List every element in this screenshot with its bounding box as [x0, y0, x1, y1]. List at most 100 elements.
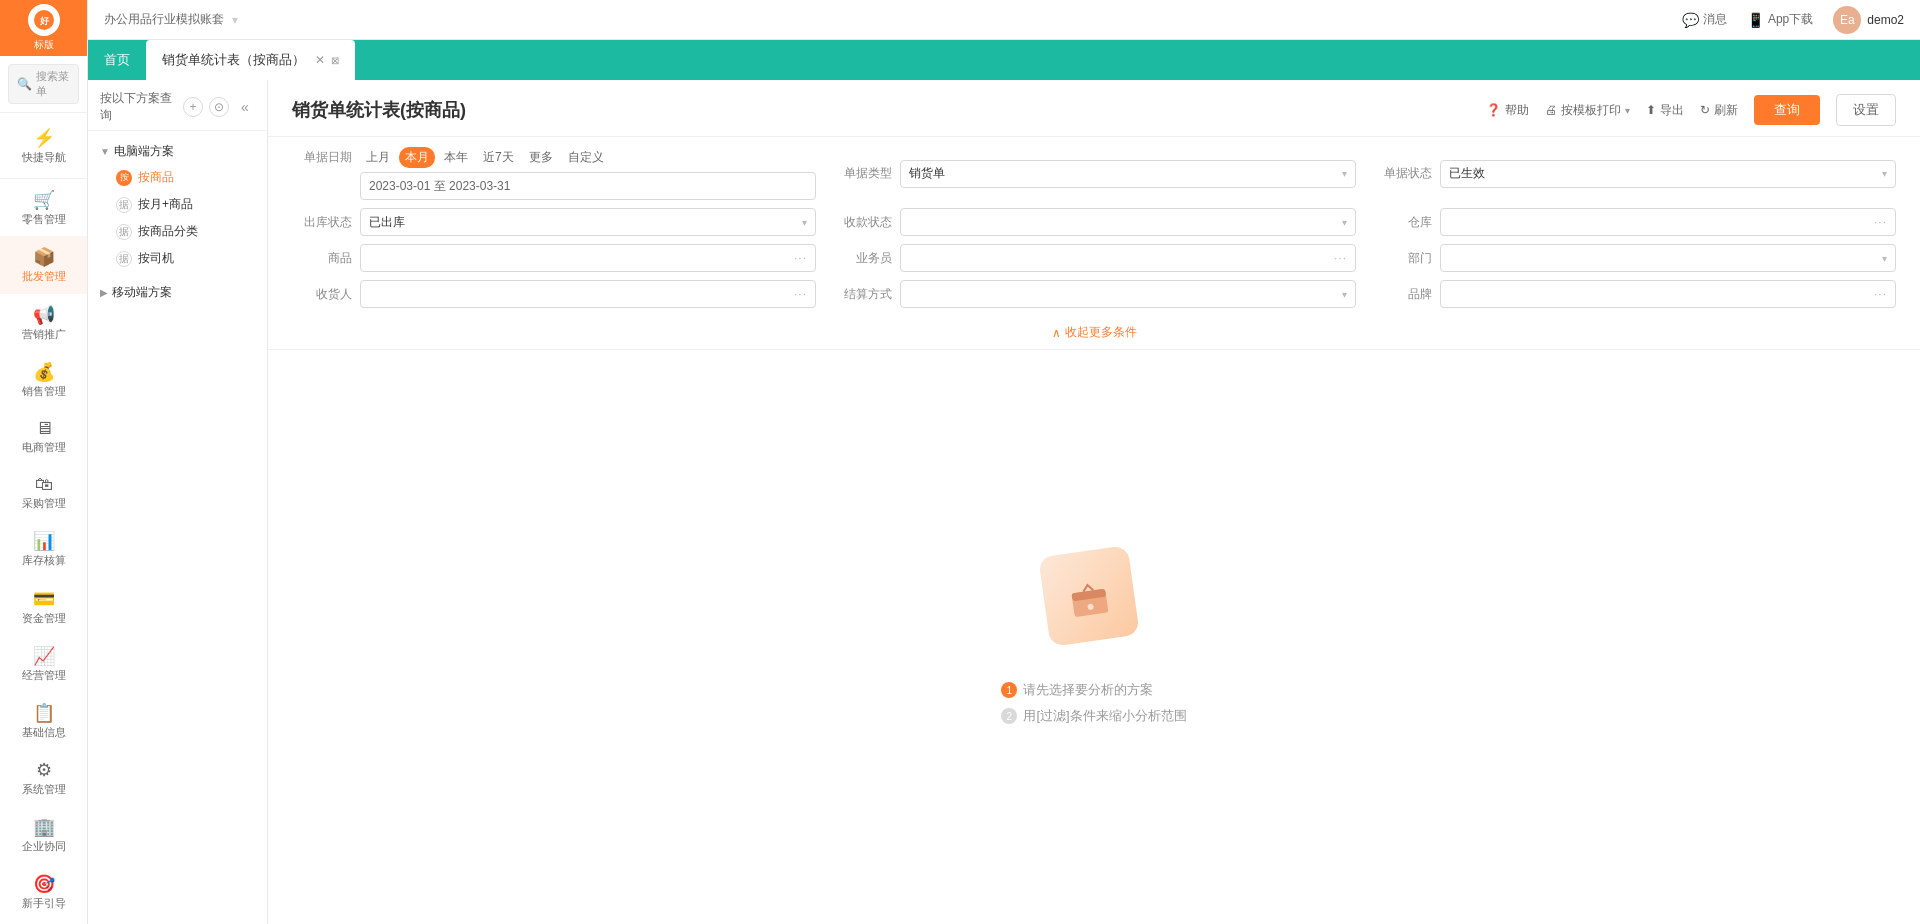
- settings-button[interactable]: 设置: [1836, 94, 1896, 126]
- sidebar-item-wholesale[interactable]: 📦 批发管理: [0, 236, 87, 293]
- sidebar-item-system[interactable]: ⚙ 系统管理: [0, 749, 87, 806]
- newbie-label: 新手引导: [22, 897, 66, 910]
- tab-close-icon[interactable]: ✕: [315, 53, 325, 67]
- goods-label: 商品: [292, 250, 352, 267]
- scheme-item-by-month-product[interactable]: 据 按月+商品: [88, 191, 267, 218]
- empty-icon: [1034, 541, 1154, 661]
- search-placeholder: 搜索菜单: [36, 69, 70, 99]
- date-this-month[interactable]: 本月: [399, 147, 435, 168]
- user-profile[interactable]: Ea demo2: [1833, 6, 1904, 34]
- warehouse-input[interactable]: ···: [1440, 208, 1896, 236]
- retail-label: 零售管理: [22, 213, 66, 226]
- doc-type-dropdown-icon: ▾: [1342, 168, 1347, 179]
- tab-sales-stats[interactable]: 销货单统计表（按商品） ✕ ⊠: [146, 40, 355, 80]
- ecommerce-icon: 🖥: [35, 418, 53, 439]
- add-scheme-button[interactable]: +: [183, 97, 203, 117]
- pc-group-name: 电脑端方案: [114, 143, 174, 160]
- refresh-action[interactable]: ↻ 刷新: [1700, 102, 1738, 119]
- message-action[interactable]: 💬 消息: [1682, 11, 1727, 28]
- doc-type-cell: 单据类型 销货单 ▾: [824, 147, 1364, 200]
- salesperson-cell: 业务员 ···: [824, 244, 1364, 272]
- svg-text:好: 好: [38, 16, 49, 26]
- tab-pin-icon[interactable]: ⊠: [331, 55, 339, 66]
- filter-row-1: 单据日期 上月 本月 本年 近7天 更多 自定义: [268, 137, 1920, 200]
- tab-home[interactable]: 首页: [88, 40, 146, 80]
- doc-status-input[interactable]: 已生效 ▾: [1440, 160, 1896, 188]
- sidebar-item-apps[interactable]: 🔲 应用中心: [0, 921, 87, 924]
- sidebar-item-retail[interactable]: 🛒 零售管理: [0, 179, 87, 236]
- top-header: 办公用品行业模拟账套 ▾ 💬 消息 📱 App下载 Ea demo2: [88, 0, 1920, 40]
- query-button[interactable]: 查询: [1754, 95, 1820, 125]
- breadcrumb-arrow: ▾: [232, 13, 238, 27]
- sidebar-item-marketing[interactable]: 📢 营销推广: [0, 294, 87, 351]
- main-area: 办公用品行业模拟账套 ▾ 💬 消息 📱 App下载 Ea demo2 首页: [88, 0, 1920, 924]
- finance-label: 资金管理: [22, 612, 66, 625]
- department-label: 部门: [1372, 250, 1432, 267]
- operation-label: 经营管理: [22, 669, 66, 682]
- department-cell: 部门 ▾: [1364, 244, 1904, 272]
- sidebar-nav: 🛒 零售管理 📦 批发管理 📢 营销推广 💰 销售管理 🖥 电商管理 🛍 采购管…: [0, 179, 87, 924]
- date-last-7days[interactable]: 近7天: [477, 147, 520, 168]
- date-last-month[interactable]: 上月: [360, 147, 396, 168]
- receipt-status-input[interactable]: ▾: [900, 208, 1356, 236]
- help-icon: ❓: [1486, 103, 1501, 117]
- sidebar-item-finance[interactable]: 💳 资金管理: [0, 578, 87, 635]
- collapse-filters-bar[interactable]: ∧ 收起更多条件: [268, 316, 1920, 350]
- sidebar-item-purchase[interactable]: 🛍 采购管理: [0, 464, 87, 520]
- operation-icon: 📈: [33, 645, 55, 667]
- sidebar-item-operation[interactable]: 📈 经营管理: [0, 635, 87, 692]
- scheme-item-by-category[interactable]: 据 按商品分类: [88, 218, 267, 245]
- system-label: 系统管理: [22, 783, 66, 796]
- goods-input[interactable]: ···: [360, 244, 816, 272]
- sidebar-item-newbie[interactable]: 🎯 新手引导: [0, 863, 87, 920]
- mobile-group-name: 移动端方案: [112, 284, 172, 301]
- sidebar-item-ecommerce[interactable]: 🖥 电商管理: [0, 408, 87, 464]
- header-right: 💬 消息 📱 App下载 Ea demo2: [1682, 6, 1904, 34]
- pc-group-arrow: ▼: [100, 146, 110, 157]
- receiver-input[interactable]: ···: [360, 280, 816, 308]
- settlement-input[interactable]: ▾: [900, 280, 1356, 308]
- marketing-icon: 📢: [33, 304, 55, 326]
- user-name: demo2: [1867, 13, 1904, 27]
- mobile-group-header[interactable]: ▶ 移动端方案: [88, 280, 267, 305]
- left-panel-title: 按以下方案查询: [100, 90, 183, 124]
- filter-row-3: 商品 ··· 业务员 ··· 部门: [268, 244, 1920, 280]
- export-action[interactable]: ⬆ 导出: [1646, 102, 1684, 119]
- left-panel: 按以下方案查询 + ⊙ « ▼ 电脑端方案 按 按商品 据 按月: [88, 80, 268, 924]
- doc-type-value: 销货单: [909, 165, 945, 182]
- date-custom[interactable]: 自定义: [562, 147, 610, 168]
- date-range-input[interactable]: 2023-03-01 至 2023-03-31: [360, 172, 816, 200]
- out-status-input[interactable]: 已出库 ▾: [360, 208, 816, 236]
- enterprise-label: 企业协同: [22, 840, 66, 853]
- refresh-label: 刷新: [1714, 102, 1738, 119]
- department-arrow: ▾: [1882, 253, 1887, 264]
- sidebar-item-sales[interactable]: 💰 销售管理: [0, 351, 87, 408]
- date-this-year[interactable]: 本年: [438, 147, 474, 168]
- department-input[interactable]: ▾: [1440, 244, 1896, 272]
- quick-nav-item[interactable]: ⚡ 快捷导航: [0, 113, 87, 179]
- panel-actions: + ⊙ «: [183, 97, 255, 117]
- brand-input[interactable]: ···: [1440, 280, 1896, 308]
- pc-group-header[interactable]: ▼ 电脑端方案: [88, 139, 267, 164]
- inventory-label: 库存核算: [22, 554, 66, 567]
- doc-type-input[interactable]: 销货单 ▾: [900, 160, 1356, 188]
- search-menu-box[interactable]: 🔍 搜索菜单: [8, 64, 79, 104]
- quick-nav[interactable]: ⚡ 快捷导航: [0, 117, 87, 174]
- print-template-action[interactable]: 🖨 按模板打印 ▾: [1545, 102, 1630, 119]
- salesperson-input[interactable]: ···: [900, 244, 1356, 272]
- help-action[interactable]: ❓ 帮助: [1486, 102, 1529, 119]
- sidebar-item-basic[interactable]: 📋 基础信息: [0, 692, 87, 749]
- sidebar-item-inventory[interactable]: 📊 库存核算: [0, 520, 87, 577]
- wholesale-icon: 📦: [33, 246, 55, 268]
- receiver-label: 收货人: [292, 286, 352, 303]
- left-panel-header: 按以下方案查询 + ⊙ «: [88, 80, 267, 131]
- scheme-item-by-barcode[interactable]: 据 按司机: [88, 245, 267, 272]
- date-more[interactable]: 更多: [523, 147, 559, 168]
- basic-icon: 📋: [33, 702, 55, 724]
- scheme-item-by-product[interactable]: 按 按商品: [88, 164, 267, 191]
- edit-scheme-button[interactable]: ⊙: [209, 97, 229, 117]
- sidebar-item-enterprise[interactable]: 🏢 企业协同: [0, 806, 87, 863]
- newbie-icon: 🎯: [33, 873, 55, 895]
- collapse-panel-button[interactable]: «: [235, 97, 255, 117]
- app-download-action[interactable]: 📱 App下载: [1747, 11, 1813, 28]
